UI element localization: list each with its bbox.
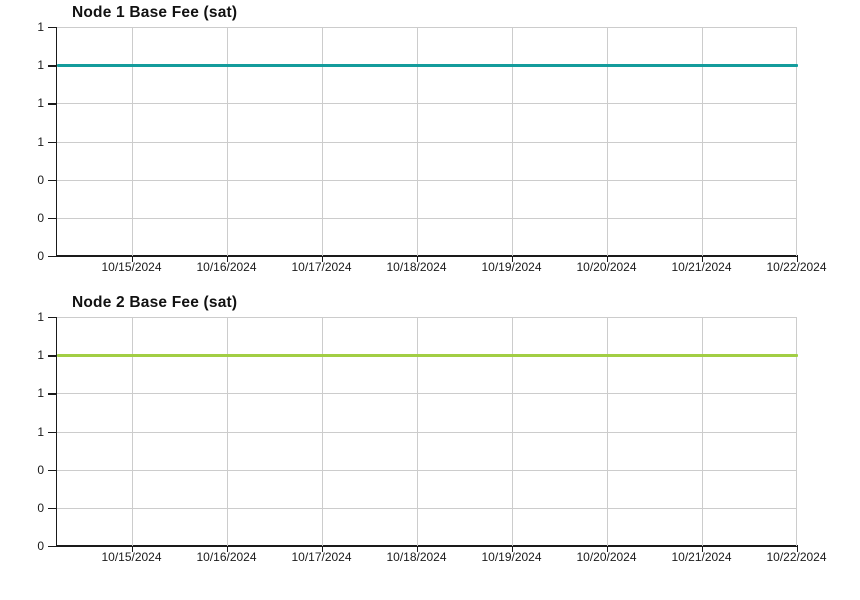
v-gridline: [416, 317, 418, 546]
x-tick-label: 10/15/2024: [101, 550, 162, 564]
v-gridline: [606, 27, 608, 256]
series-line: [57, 353, 799, 357]
h-gridline: [57, 103, 797, 105]
h-gridline: [57, 141, 797, 143]
x-tick-label: 10/17/2024: [291, 260, 352, 274]
v-gridline: [321, 27, 323, 256]
y-tick: [48, 469, 56, 472]
charts-page: Node 1 Base Fee (sat) 1 1 1 1 0 0 0 10/15/2024 1…: [0, 0, 860, 600]
x-tick-label: 10/17/2024: [291, 550, 352, 564]
y-tick-label: 1: [37, 348, 44, 363]
h-gridline: [57, 217, 797, 219]
y-tick-label: 1: [37, 20, 44, 34]
y-tick: [48, 27, 56, 29]
x-tick-label: 10/20/2024: [576, 260, 637, 274]
x-tick-label: 10/18/2024: [386, 550, 447, 564]
y-tick: [48, 507, 56, 510]
chart-title: Node 2 Base Fee (sat): [72, 294, 238, 311]
y-tick-label: 0: [37, 500, 44, 515]
v-gridline: [226, 27, 228, 256]
y-tick: [48, 393, 56, 395]
h-gridline: [57, 507, 797, 509]
x-tick-label: 10/22/2024: [766, 260, 827, 274]
y-tick: [48, 546, 56, 548]
v-gridline: [606, 317, 608, 546]
y-tick: [48, 431, 56, 433]
v-gridline: [796, 27, 797, 256]
v-gridline: [511, 27, 513, 256]
x-tick-label: 10/22/2024: [766, 550, 827, 564]
h-gridline: [57, 27, 797, 28]
y-tick: [48, 179, 56, 182]
x-tick-label: 10/21/2024: [671, 550, 732, 564]
v-gridline: [226, 317, 228, 546]
y-tick-label: 1: [37, 96, 44, 111]
y-tick: [48, 141, 56, 143]
v-gridline: [701, 27, 703, 256]
y-tick: [48, 317, 56, 319]
y-tick: [48, 256, 56, 258]
h-gridline: [57, 431, 797, 433]
h-gridline: [57, 317, 797, 318]
y-tick: [48, 355, 56, 357]
y-tick: [48, 217, 56, 220]
v-gridline: [321, 317, 323, 546]
node1-base-fee-chart: Node 1 Base Fee (sat) 1 1 1 1 0 0 0 10/15/2024 1…: [0, 0, 860, 290]
h-gridline: [57, 469, 797, 471]
y-tick-label: 1: [37, 424, 44, 439]
series-line: [57, 63, 799, 67]
v-gridline: [131, 27, 133, 256]
x-tick-label: 10/19/2024: [481, 550, 542, 564]
h-gridline: [57, 393, 797, 395]
y-tick-label: 1: [37, 134, 44, 149]
y-tick-label: 1: [37, 310, 44, 324]
y-tick-label: 0: [37, 249, 44, 263]
x-tick-label: 10/20/2024: [576, 550, 637, 564]
x-tick-label: 10/21/2024: [671, 260, 732, 274]
v-gridline: [701, 317, 703, 546]
plot-area: [57, 317, 799, 546]
y-tick-label: 1: [37, 58, 44, 73]
v-gridline: [131, 317, 133, 546]
node2-base-fee-chart: Node 2 Base Fee (sat) 1 1 1 1 0 0 0 10/15/2024 1…: [0, 290, 860, 580]
h-gridline: [57, 179, 797, 181]
y-tick-label: 0: [37, 172, 44, 187]
x-tick-label: 10/19/2024: [481, 260, 542, 274]
v-gridline: [416, 27, 418, 256]
plot-area: [57, 27, 799, 256]
x-tick-label: 10/18/2024: [386, 260, 447, 274]
x-tick-label: 10/16/2024: [196, 260, 257, 274]
chart-title: Node 1 Base Fee (sat): [72, 4, 238, 21]
v-gridline: [796, 317, 797, 546]
y-tick: [48, 103, 56, 105]
y-tick-label: 1: [37, 386, 44, 401]
y-tick-label: 0: [37, 210, 44, 225]
y-tick: [48, 65, 56, 67]
y-tick-label: 0: [37, 539, 44, 553]
v-gridline: [511, 317, 513, 546]
y-tick-label: 0: [37, 462, 44, 477]
x-tick-label: 10/16/2024: [196, 550, 257, 564]
x-tick-label: 10/15/2024: [101, 260, 162, 274]
